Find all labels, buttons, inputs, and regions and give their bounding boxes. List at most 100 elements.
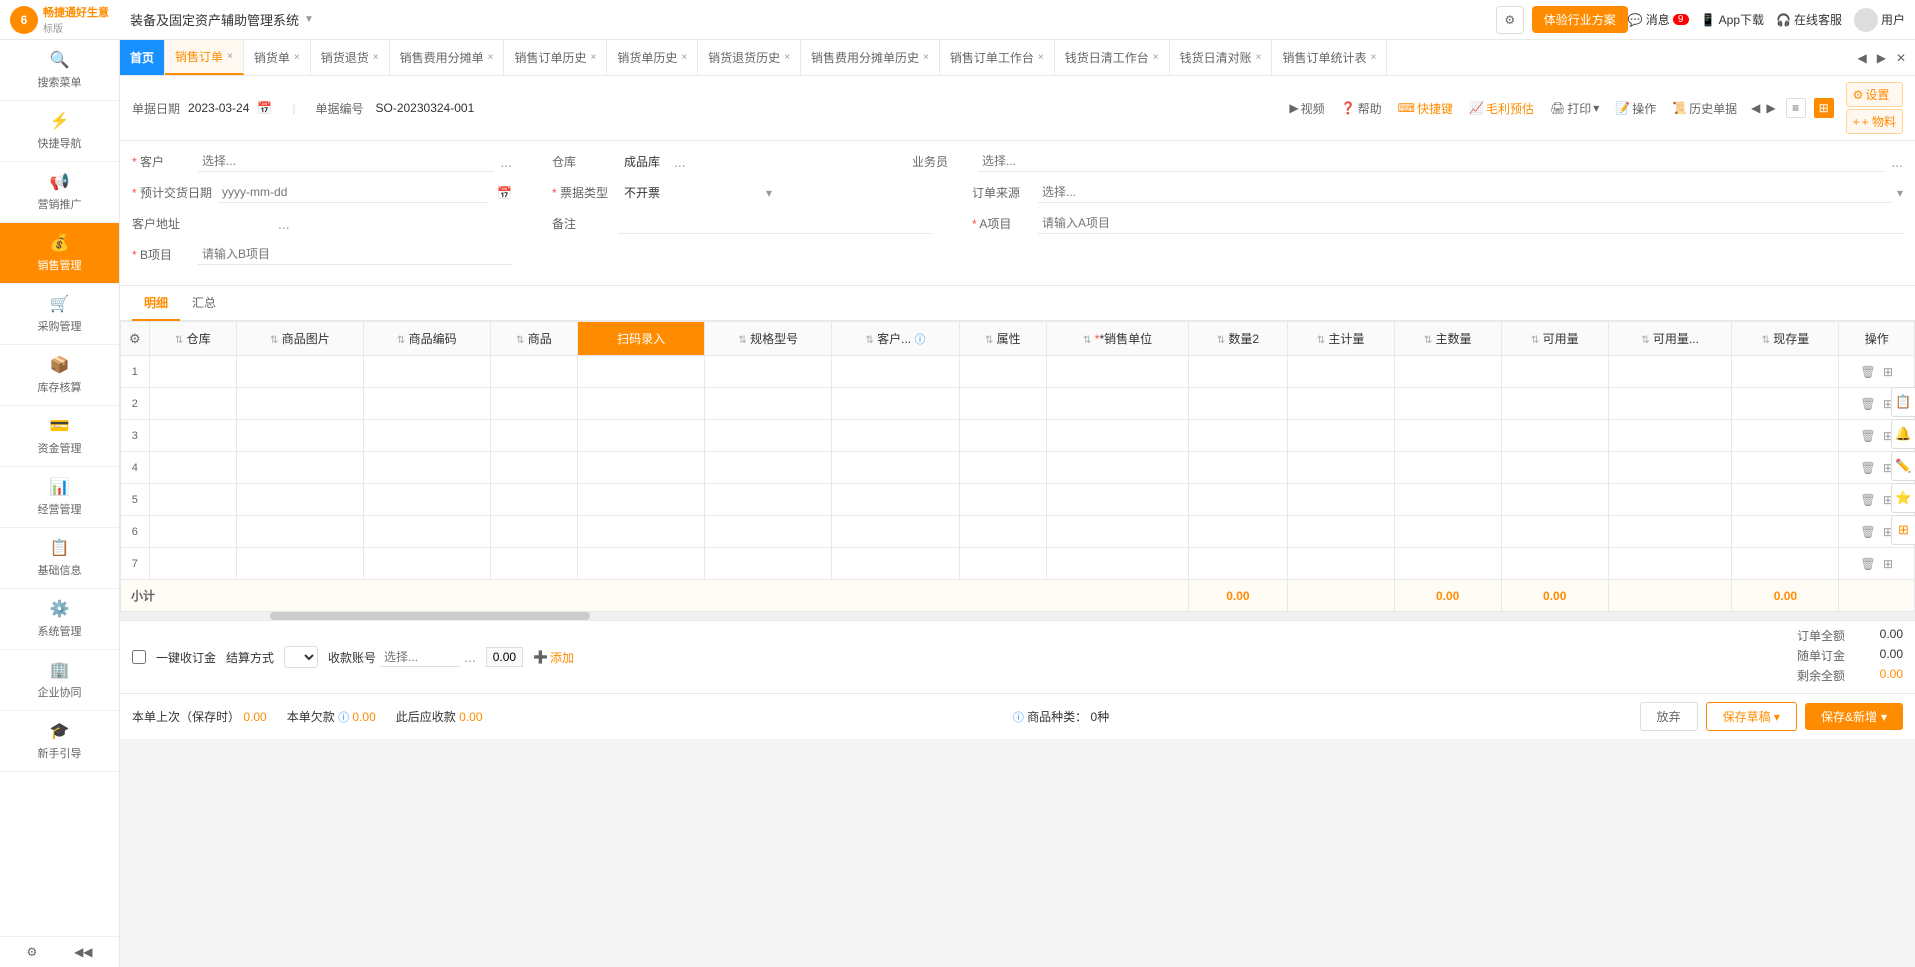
tab-prev-button[interactable]: ◀ — [1853, 49, 1870, 67]
row-main-qty-7[interactable] — [1394, 548, 1501, 580]
tab-sales-order[interactable]: 销售订单 × — [165, 40, 244, 75]
tab-close-return-history[interactable]: × — [681, 52, 687, 63]
row-sales-unit-5[interactable] — [1046, 484, 1188, 516]
rfp-star-button[interactable]: ⭐ — [1891, 483, 1915, 513]
row-warehouse-3[interactable] — [149, 420, 236, 452]
sidebar-collapse-button[interactable]: ◀◀ — [74, 945, 92, 959]
sidebar-settings-icon[interactable]: ⚙ — [26, 945, 37, 959]
message-button[interactable]: 💬 消息 9 — [1628, 11, 1689, 28]
user-menu-button[interactable]: 用户 — [1854, 8, 1905, 32]
tab-close-all-button[interactable]: ✕ — [1892, 49, 1910, 67]
warehouse-ellipsis-button[interactable]: ... — [674, 154, 686, 170]
scan-input-button[interactable]: 扫码录入 — [611, 328, 671, 349]
payment-method-select[interactable] — [284, 646, 318, 668]
settings-button[interactable]: ⚙ 设置 — [1846, 82, 1903, 107]
salesperson-input[interactable] — [978, 151, 1885, 172]
sidebar-item-marketing[interactable]: 📢 营销推广 — [0, 162, 119, 223]
row-sales-unit-3[interactable] — [1046, 420, 1188, 452]
tab-close-expense-split[interactable]: × — [488, 52, 494, 63]
save-draft-button[interactable]: 保存草稿 ▾ — [1706, 702, 1797, 731]
sidebar-item-enterprise[interactable]: 🏢 企业协同 — [0, 650, 119, 711]
customer-ellipsis-button[interactable]: ... — [500, 154, 512, 170]
sidebar-item-finance[interactable]: 💳 资金管理 — [0, 406, 119, 467]
delete-row-7-button[interactable]: 🗑 — [1860, 557, 1875, 571]
row-code-5[interactable] — [363, 484, 490, 516]
rfp-clipboard-button[interactable]: 📋 — [1891, 387, 1915, 417]
list-view-button[interactable]: ≡ — [1786, 98, 1806, 118]
th-settings[interactable]: ⚙ — [121, 322, 150, 356]
row-product-1[interactable] — [490, 356, 577, 388]
tab-close-sales-order[interactable]: × — [227, 51, 233, 62]
copy-row-1-button[interactable]: ⊞ — [1883, 365, 1893, 379]
row-spec-2[interactable] — [705, 388, 832, 420]
calendar-icon[interactable]: 📅 — [257, 101, 272, 115]
row-qty2-7[interactable] — [1189, 548, 1287, 580]
sidebar-item-basic[interactable]: 📋 基础信息 — [0, 528, 119, 589]
row-qty2-5[interactable] — [1189, 484, 1287, 516]
save-new-button[interactable]: 保存&新增 ▾ — [1805, 703, 1903, 730]
row-sales-unit-7[interactable] — [1046, 548, 1188, 580]
order-source-input[interactable] — [1038, 182, 1891, 203]
tab-sales-order-workbench[interactable]: 销售订单工作台 × — [940, 40, 1055, 75]
delivery-date-input[interactable] — [218, 182, 487, 203]
next-record-button[interactable]: ▶ — [1764, 99, 1777, 117]
discard-button[interactable]: 放弃 — [1640, 702, 1698, 731]
tab-close-sales-stats[interactable]: × — [1370, 52, 1376, 63]
order-source-dropdown[interactable]: ▾ — [1897, 186, 1903, 200]
row-sales-unit-6[interactable] — [1046, 516, 1188, 548]
rfp-edit-button[interactable]: ✏️ — [1891, 451, 1915, 481]
sidebar-item-search[interactable]: 🔍 搜索菜单 — [0, 40, 119, 101]
row-attribute-4[interactable] — [959, 452, 1046, 484]
row-spec-6[interactable] — [705, 516, 832, 548]
tab-sales-order-history[interactable]: 销售订单历史 × — [504, 40, 607, 75]
row-sales-unit-1[interactable] — [1046, 356, 1188, 388]
tab-sales-expense-split[interactable]: 销售费用分摊单 × — [390, 40, 505, 75]
customer-address-ellipsis[interactable]: ... — [278, 216, 290, 232]
operation-button[interactable]: 📝 操作 — [1611, 98, 1660, 119]
tab-next-button[interactable]: ▶ — [1873, 49, 1890, 67]
detail-tab-detail[interactable]: 明细 — [132, 286, 180, 321]
tab-close-order-workbench[interactable]: × — [1038, 52, 1044, 63]
row-warehouse-5[interactable] — [149, 484, 236, 516]
tab-close-cash-reconcile[interactable]: × — [1256, 52, 1262, 63]
row-warehouse-4[interactable] — [149, 452, 236, 484]
row-code-3[interactable] — [363, 420, 490, 452]
row-qty2-4[interactable] — [1189, 452, 1287, 484]
row-code-6[interactable] — [363, 516, 490, 548]
sidebar-item-operations[interactable]: 📊 经营管理 — [0, 467, 119, 528]
row-product-5[interactable] — [490, 484, 577, 516]
row-spec-1[interactable] — [705, 356, 832, 388]
horizontal-scrollbar[interactable] — [120, 612, 1915, 620]
row-main-qty-2[interactable] — [1394, 388, 1501, 420]
sidebar-item-guide[interactable]: 🎓 新手引导 — [0, 711, 119, 772]
delete-row-2-button[interactable]: 🗑 — [1860, 397, 1875, 411]
sidebar-item-system[interactable]: ⚙️ 系统管理 — [0, 589, 119, 650]
app-download-button[interactable]: 📱 App下载 — [1701, 11, 1764, 28]
row-spec-7[interactable] — [705, 548, 832, 580]
tab-sales-return-history[interactable]: 销货单历史 × — [607, 40, 698, 75]
history-orders-button[interactable]: 📜 历史单据 — [1668, 98, 1741, 119]
salesperson-ellipsis-button[interactable]: ... — [1891, 154, 1903, 170]
scroll-thumb[interactable] — [270, 612, 590, 620]
delete-row-5-button[interactable]: 🗑 — [1860, 493, 1875, 507]
tab-home[interactable]: 首页 — [120, 40, 165, 75]
settings-gear-button[interactable]: ⚙ — [1496, 6, 1524, 34]
row-customer-code-6[interactable] — [832, 516, 959, 548]
row-spec-5[interactable] — [705, 484, 832, 516]
print-button[interactable]: 🖨 打印 ▾ — [1546, 98, 1603, 119]
row-code-2[interactable] — [363, 388, 490, 420]
row-qty2-6[interactable] — [1189, 516, 1287, 548]
account-ellipsis-button[interactable]: ... — [464, 649, 476, 665]
tab-close-expense-history[interactable]: × — [923, 52, 929, 63]
copy-row-7-button[interactable]: ⊞ — [1883, 557, 1893, 571]
row-main-qty-3[interactable] — [1394, 420, 1501, 452]
row-attribute-5[interactable] — [959, 484, 1046, 516]
row-warehouse-7[interactable] — [149, 548, 236, 580]
project-a-input[interactable] — [1038, 213, 1903, 234]
tab-sales-refund[interactable]: 销货退货 × — [311, 40, 390, 75]
tab-close-cash-daily[interactable]: × — [1153, 52, 1159, 63]
row-attribute-2[interactable] — [959, 388, 1046, 420]
row-sales-unit-4[interactable] — [1046, 452, 1188, 484]
row-warehouse-1[interactable] — [149, 356, 236, 388]
row-customer-code-2[interactable] — [832, 388, 959, 420]
